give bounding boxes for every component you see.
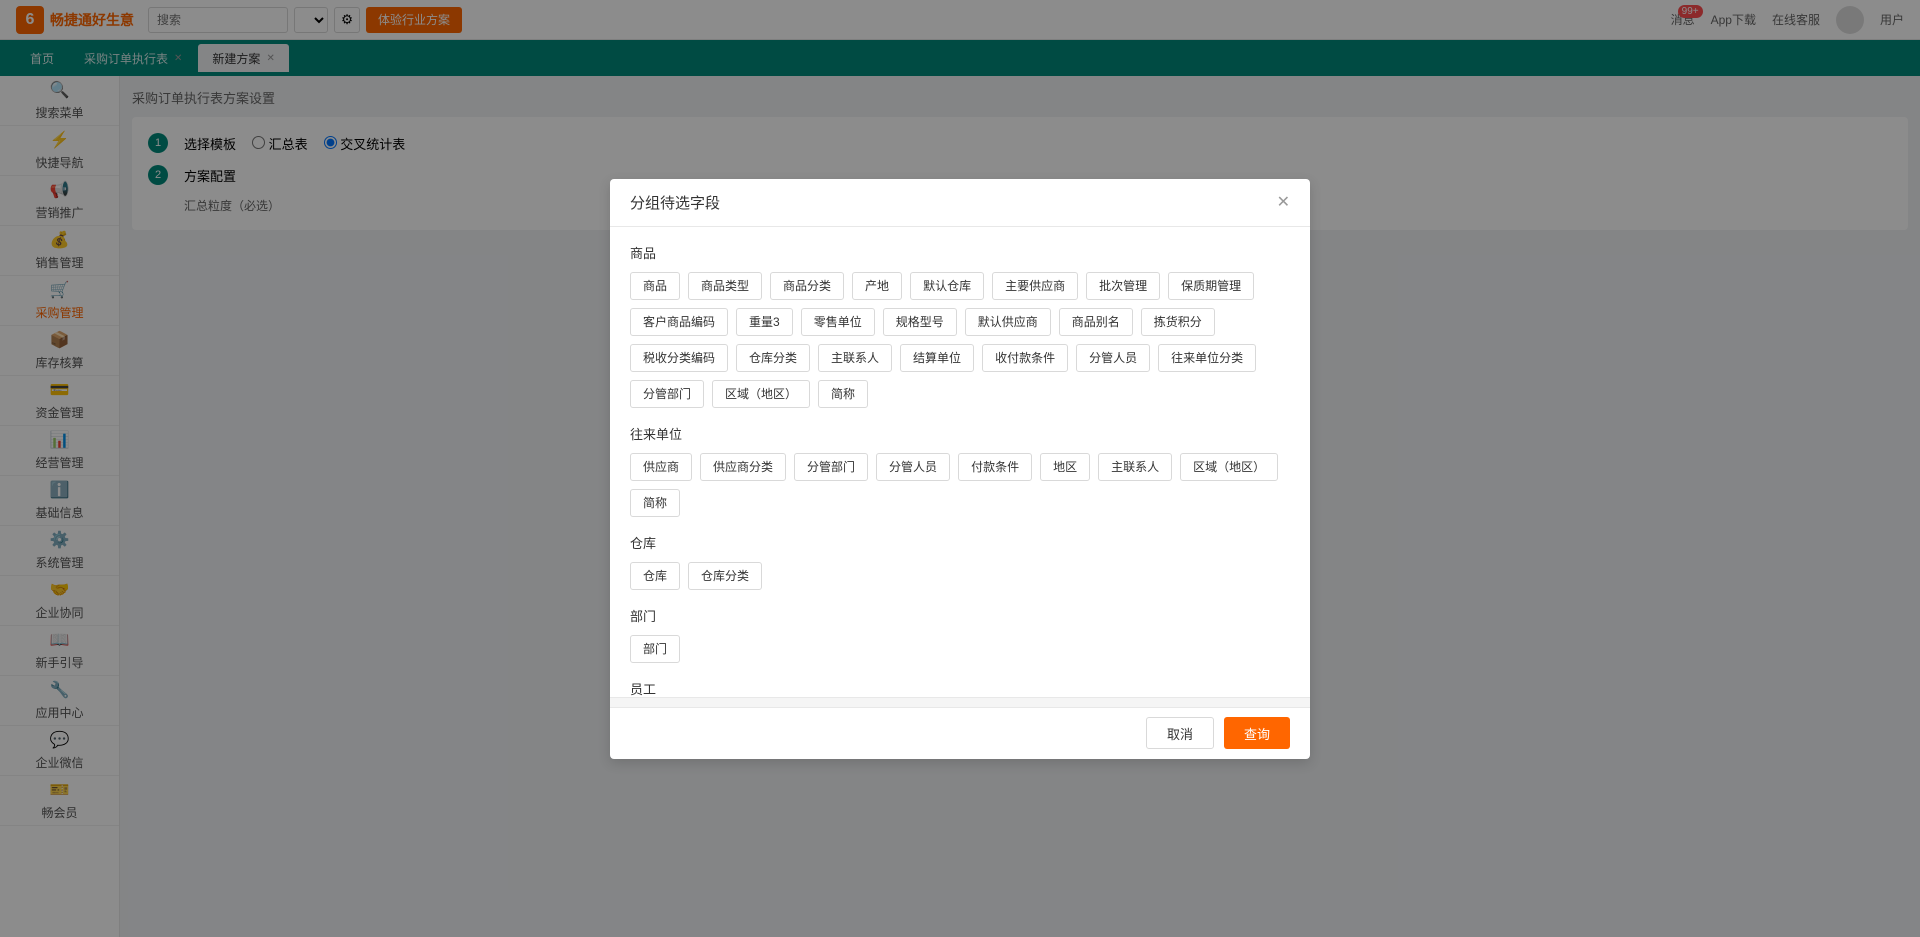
field-manager2[interactable]: 分管人员 xyxy=(876,453,950,481)
field-manager[interactable]: 分管人员 xyxy=(1076,344,1150,372)
field-payment-terms2[interactable]: 付款条件 xyxy=(958,453,1032,481)
field-supplier[interactable]: 供应商 xyxy=(630,453,692,481)
field-spec-model[interactable]: 规格型号 xyxy=(883,308,957,336)
field-pick-points[interactable]: 拣货积分 xyxy=(1141,308,1215,336)
field-quality-manage[interactable]: 保质期管理 xyxy=(1168,272,1254,300)
field-product-alias[interactable]: 商品别名 xyxy=(1059,308,1133,336)
modal-close-btn[interactable]: ✕ xyxy=(1277,192,1290,212)
section-product-title: 商品 xyxy=(630,243,1290,262)
section-employee: 员工 业务员 xyxy=(630,679,1290,697)
field-origin[interactable]: 产地 xyxy=(852,272,902,300)
field-short-name-product[interactable]: 简称 xyxy=(818,380,868,408)
modal-title: 分组待选字段 xyxy=(630,192,720,213)
field-payment-terms[interactable]: 收付款条件 xyxy=(982,344,1068,372)
section-product-fields: 商品 商品类型 商品分类 产地 默认仓库 主要供应商 批次管理 保质期管理 客户… xyxy=(630,272,1290,408)
field-settlement-unit[interactable]: 结算单位 xyxy=(900,344,974,372)
field-region2[interactable]: 地区 xyxy=(1040,453,1090,481)
modal-header: 分组待选字段 ✕ xyxy=(610,179,1310,227)
field-batch-manage[interactable]: 批次管理 xyxy=(1086,272,1160,300)
section-partner-fields: 供应商 供应商分类 分管部门 分管人员 付款条件 地区 主联系人 区域（地区） … xyxy=(630,453,1290,517)
modal-body: 商品 商品 商品类型 商品分类 产地 默认仓库 主要供应商 批次管理 保质期管理… xyxy=(610,227,1310,697)
section-partner-title: 往来单位 xyxy=(630,424,1290,443)
section-warehouse: 仓库 仓库 仓库分类 xyxy=(630,533,1290,590)
field-partner-category[interactable]: 往来单位分类 xyxy=(1158,344,1256,372)
modal-confirm-btn[interactable]: 查询 xyxy=(1224,717,1290,749)
field-warehouse-category[interactable]: 仓库分类 xyxy=(736,344,810,372)
section-warehouse-fields: 仓库 仓库分类 xyxy=(630,562,1290,590)
field-customer-code[interactable]: 客户商品编码 xyxy=(630,308,728,336)
field-dept-manage[interactable]: 分管部门 xyxy=(630,380,704,408)
section-dept: 部门 部门 xyxy=(630,606,1290,663)
field-retail-unit[interactable]: 零售单位 xyxy=(801,308,875,336)
section-employee-title: 员工 xyxy=(630,679,1290,697)
field-default-supplier[interactable]: 默认供应商 xyxy=(965,308,1051,336)
field-dept-manage2[interactable]: 分管部门 xyxy=(794,453,868,481)
field-product[interactable]: 商品 xyxy=(630,272,680,300)
field-main-supplier[interactable]: 主要供应商 xyxy=(992,272,1078,300)
modal-horizontal-scroll[interactable] xyxy=(610,697,1310,707)
field-warehouse[interactable]: 仓库 xyxy=(630,562,680,590)
modal-footer: 取消 查询 xyxy=(610,707,1310,759)
field-warehouse-cat[interactable]: 仓库分类 xyxy=(688,562,762,590)
field-region-partner[interactable]: 区域（地区） xyxy=(1180,453,1278,481)
field-tax-code[interactable]: 税收分类编码 xyxy=(630,344,728,372)
field-main-contact[interactable]: 主联系人 xyxy=(818,344,892,372)
section-warehouse-title: 仓库 xyxy=(630,533,1290,552)
field-select-modal: 分组待选字段 ✕ 商品 商品 商品类型 商品分类 产地 默认仓库 主要供应商 批… xyxy=(610,179,1310,759)
field-supplier-category[interactable]: 供应商分类 xyxy=(700,453,786,481)
section-dept-fields: 部门 xyxy=(630,635,1290,663)
field-product-type[interactable]: 商品类型 xyxy=(688,272,762,300)
section-partner: 往来单位 供应商 供应商分类 分管部门 分管人员 付款条件 地区 主联系人 区域… xyxy=(630,424,1290,517)
modal-overlay: 分组待选字段 ✕ 商品 商品 商品类型 商品分类 产地 默认仓库 主要供应商 批… xyxy=(0,0,1920,937)
modal-cancel-btn[interactable]: 取消 xyxy=(1146,717,1214,749)
field-weight3[interactable]: 重量3 xyxy=(736,308,793,336)
field-default-warehouse[interactable]: 默认仓库 xyxy=(910,272,984,300)
field-short-name-partner[interactable]: 简称 xyxy=(630,489,680,517)
section-product: 商品 商品 商品类型 商品分类 产地 默认仓库 主要供应商 批次管理 保质期管理… xyxy=(630,243,1290,408)
field-product-category[interactable]: 商品分类 xyxy=(770,272,844,300)
field-region-product[interactable]: 区域（地区） xyxy=(712,380,810,408)
field-main-contact2[interactable]: 主联系人 xyxy=(1098,453,1172,481)
field-dept[interactable]: 部门 xyxy=(630,635,680,663)
section-dept-title: 部门 xyxy=(630,606,1290,625)
